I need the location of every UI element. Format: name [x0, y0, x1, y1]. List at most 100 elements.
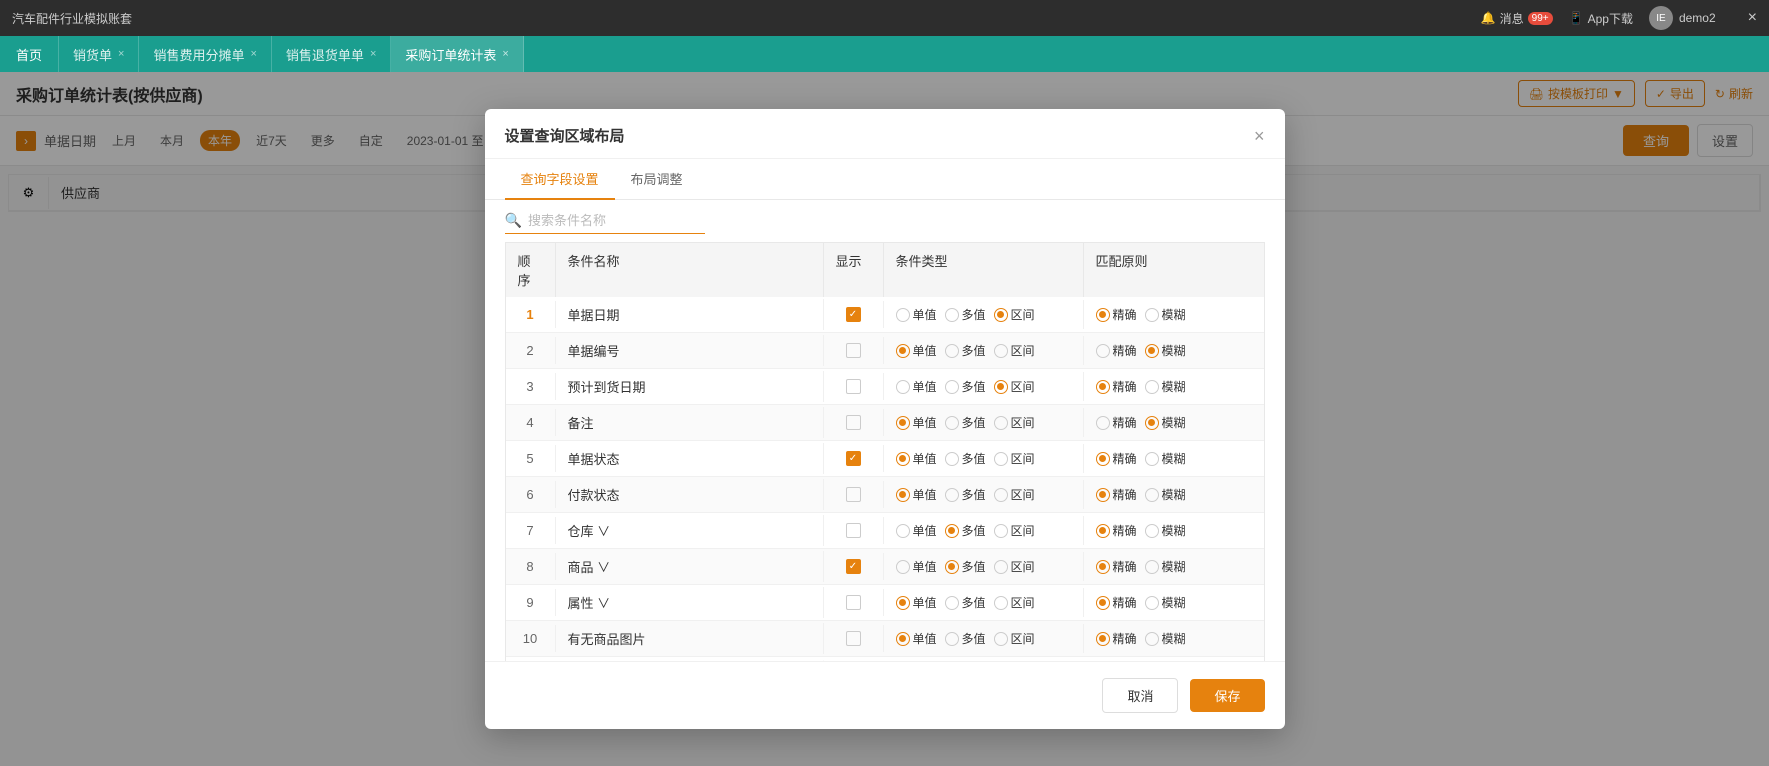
radio-range-4[interactable] — [994, 416, 1008, 430]
radio-single-8[interactable] — [896, 560, 910, 574]
match-fuzzy-10[interactable]: 模糊 — [1145, 630, 1186, 647]
display-checkbox-10[interactable] — [846, 631, 861, 646]
match-fuzzy-1[interactable]: 模糊 — [1145, 306, 1186, 323]
cancel-button[interactable]: 取消 — [1102, 678, 1178, 713]
radio-multi-5[interactable] — [945, 452, 959, 466]
type-multi-8[interactable]: 多值 — [945, 558, 986, 575]
radio-fuzzy-6[interactable] — [1145, 488, 1159, 502]
radio-fuzzy-1[interactable] — [1145, 308, 1159, 322]
radio-multi-2[interactable] — [945, 344, 959, 358]
type-single-10[interactable]: 单值 — [896, 630, 937, 647]
radio-single-6[interactable] — [896, 488, 910, 502]
user-area[interactable]: IE demo2 — [1649, 6, 1716, 30]
tab-sales-return-close[interactable]: × — [370, 48, 376, 60]
radio-range-3[interactable] — [994, 380, 1008, 394]
match-fuzzy-8[interactable]: 模糊 — [1145, 558, 1186, 575]
type-multi-6[interactable]: 多值 — [945, 486, 986, 503]
display-checkbox-4[interactable] — [846, 415, 861, 430]
type-range-4[interactable]: 区间 — [994, 414, 1035, 431]
radio-fuzzy-5[interactable] — [1145, 452, 1159, 466]
match-fuzzy-3[interactable]: 模糊 — [1145, 378, 1186, 395]
type-range-9[interactable]: 区间 — [994, 594, 1035, 611]
match-exact-7[interactable]: 精确 — [1096, 522, 1137, 539]
match-exact-4[interactable]: 精确 — [1096, 414, 1137, 431]
type-range-3[interactable]: 区间 — [994, 378, 1035, 395]
radio-exact-9[interactable] — [1096, 596, 1110, 610]
tab-sales-return[interactable]: 销售退货单单 × — [272, 36, 391, 72]
notification-button[interactable]: 🔔 消息 99+ — [1481, 10, 1553, 27]
type-single-8[interactable]: 单值 — [896, 558, 937, 575]
app-download-button[interactable]: 📱 App下载 — [1569, 10, 1633, 27]
radio-multi-7[interactable] — [945, 524, 959, 538]
tab-sales[interactable]: 销货单 × — [59, 36, 139, 72]
match-fuzzy-2[interactable]: 模糊 — [1145, 342, 1186, 359]
display-checkbox-6[interactable] — [846, 487, 861, 502]
match-fuzzy-6[interactable]: 模糊 — [1145, 486, 1186, 503]
radio-exact-6[interactable] — [1096, 488, 1110, 502]
type-range-5[interactable]: 区间 — [994, 450, 1035, 467]
tab-purchase-order[interactable]: 采购订单统计表 × — [391, 36, 523, 72]
radio-fuzzy-3[interactable] — [1145, 380, 1159, 394]
type-range-8[interactable]: 区间 — [994, 558, 1035, 575]
radio-single-5[interactable] — [896, 452, 910, 466]
match-fuzzy-5[interactable]: 模糊 — [1145, 450, 1186, 467]
radio-range-10[interactable] — [994, 632, 1008, 646]
type-multi-9[interactable]: 多值 — [945, 594, 986, 611]
display-checkbox-1[interactable] — [846, 307, 861, 322]
match-exact-2[interactable]: 精确 — [1096, 342, 1137, 359]
radio-fuzzy-7[interactable] — [1145, 524, 1159, 538]
radio-range-2[interactable] — [994, 344, 1008, 358]
type-single-9[interactable]: 单值 — [896, 594, 937, 611]
display-checkbox-3[interactable] — [846, 379, 861, 394]
radio-single-4[interactable] — [896, 416, 910, 430]
type-single-2[interactable]: 单值 — [896, 342, 937, 359]
match-exact-8[interactable]: 精确 — [1096, 558, 1137, 575]
modal-close-button[interactable]: × — [1254, 127, 1265, 145]
type-single-5[interactable]: 单值 — [896, 450, 937, 467]
radio-fuzzy-4[interactable] — [1145, 416, 1159, 430]
radio-exact-8[interactable] — [1096, 560, 1110, 574]
modal-tab-layout[interactable]: 布局调整 — [615, 159, 699, 200]
radio-fuzzy-8[interactable] — [1145, 560, 1159, 574]
topbar-close-button[interactable]: × — [1748, 9, 1757, 27]
type-single-6[interactable]: 单值 — [896, 486, 937, 503]
match-fuzzy-7[interactable]: 模糊 — [1145, 522, 1186, 539]
radio-multi-9[interactable] — [945, 596, 959, 610]
radio-multi-6[interactable] — [945, 488, 959, 502]
type-single-1[interactable]: 单值 — [896, 306, 937, 323]
match-exact-3[interactable]: 精确 — [1096, 378, 1137, 395]
type-multi-4[interactable]: 多值 — [945, 414, 986, 431]
match-fuzzy-4[interactable]: 模糊 — [1145, 414, 1186, 431]
type-multi-1[interactable]: 多值 — [945, 306, 986, 323]
radio-exact-10[interactable] — [1096, 632, 1110, 646]
type-multi-5[interactable]: 多值 — [945, 450, 986, 467]
tab-purchase-close[interactable]: × — [502, 48, 508, 60]
type-multi-10[interactable]: 多值 — [945, 630, 986, 647]
type-range-10[interactable]: 区间 — [994, 630, 1035, 647]
type-multi-2[interactable]: 多值 — [945, 342, 986, 359]
radio-exact-4[interactable] — [1096, 416, 1110, 430]
tab-sales-close[interactable]: × — [118, 48, 124, 60]
modal-tab-query-fields[interactable]: 查询字段设置 — [505, 159, 615, 200]
tab-sales-expense-close[interactable]: × — [250, 48, 256, 60]
radio-range-8[interactable] — [994, 560, 1008, 574]
radio-multi-10[interactable] — [945, 632, 959, 646]
match-exact-6[interactable]: 精确 — [1096, 486, 1137, 503]
radio-multi-1[interactable] — [945, 308, 959, 322]
radio-range-5[interactable] — [994, 452, 1008, 466]
type-single-4[interactable]: 单值 — [896, 414, 937, 431]
condition-search-input[interactable] — [528, 213, 688, 228]
radio-range-9[interactable] — [994, 596, 1008, 610]
match-exact-5[interactable]: 精确 — [1096, 450, 1137, 467]
radio-fuzzy-10[interactable] — [1145, 632, 1159, 646]
radio-exact-5[interactable] — [1096, 452, 1110, 466]
match-exact-9[interactable]: 精确 — [1096, 594, 1137, 611]
radio-multi-4[interactable] — [945, 416, 959, 430]
radio-exact-2[interactable] — [1096, 344, 1110, 358]
radio-multi-3[interactable] — [945, 380, 959, 394]
type-multi-7[interactable]: 多值 — [945, 522, 986, 539]
radio-range-7[interactable] — [994, 524, 1008, 538]
radio-single-7[interactable] — [896, 524, 910, 538]
tab-home[interactable]: 首页 — [0, 36, 59, 72]
radio-single-2[interactable] — [896, 344, 910, 358]
